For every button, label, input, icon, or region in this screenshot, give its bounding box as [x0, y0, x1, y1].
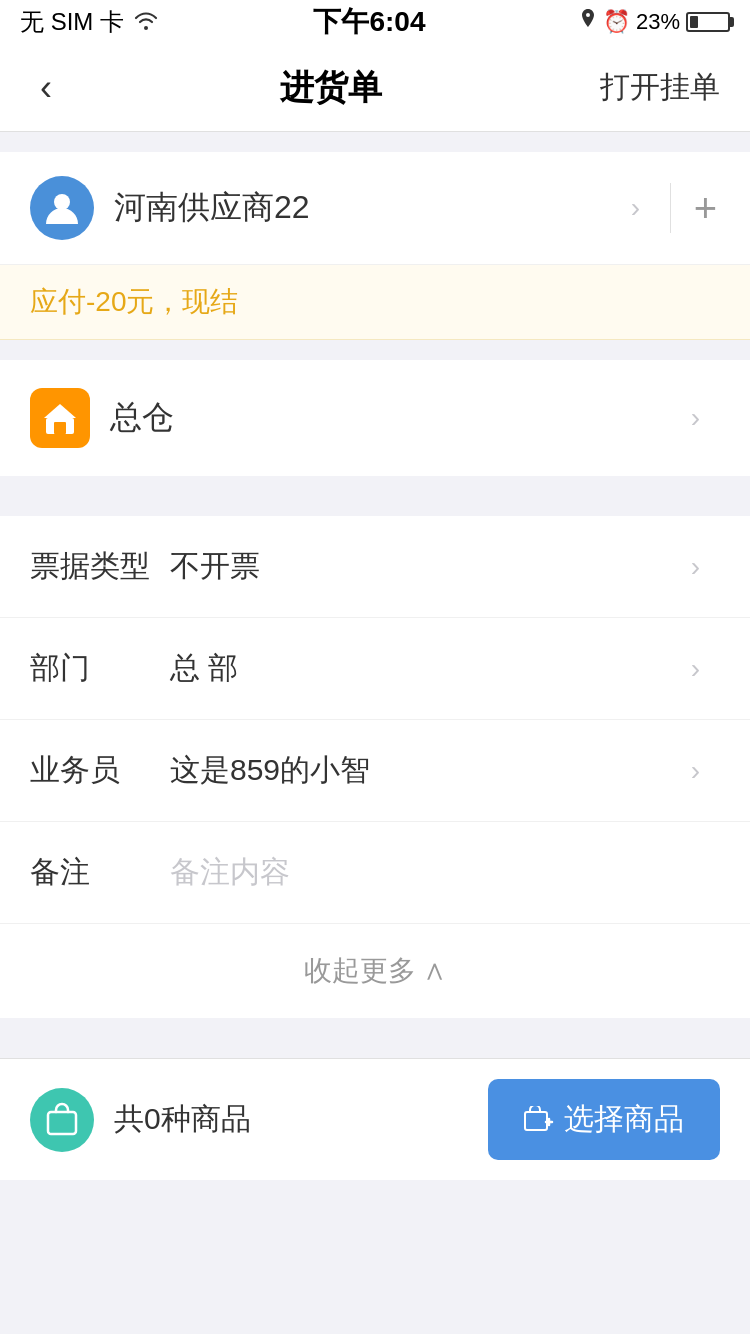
select-product-button[interactable]: 选择商品 [488, 1079, 720, 1160]
section-gap-2 [0, 340, 750, 360]
warehouse-section: 总仓 › [0, 360, 750, 476]
invoice-value: 不开票 [150, 546, 691, 587]
section-gap-4 [0, 1018, 750, 1038]
svg-point-0 [54, 194, 70, 210]
warehouse-icon-wrap [30, 388, 90, 448]
notice-banner: 应付-20元，现结 [0, 265, 750, 340]
battery-icon [686, 12, 730, 32]
invoice-type-row[interactable]: 票据类型 不开票 › [0, 516, 750, 618]
status-time: 下午6:04 [313, 3, 425, 41]
form-section: 票据类型 不开票 › 部门 总 部 › 业务员 这是859的小智 › 备注 备注… [0, 516, 750, 923]
department-label: 部门 [30, 648, 150, 689]
product-count-text: 共0种商品 [114, 1099, 488, 1140]
department-chevron-icon: › [691, 653, 700, 685]
location-icon [579, 9, 597, 35]
warehouse-row[interactable]: 总仓 › [0, 360, 750, 476]
alarm-icon: ⏰ [603, 9, 630, 35]
status-left: 无 SIM 卡 [20, 6, 160, 38]
remark-label: 备注 [30, 852, 150, 893]
select-product-label: 选择商品 [564, 1099, 684, 1140]
salesman-value: 这是859的小智 [150, 750, 691, 791]
notice-text: 应付-20元，现结 [30, 286, 238, 317]
collapse-label: 收起更多 ∧ [304, 955, 447, 986]
open-pending-button[interactable]: 打开挂单 [600, 67, 720, 108]
svg-rect-4 [525, 1112, 547, 1130]
bottom-bar: 共0种商品 选择商品 [0, 1058, 750, 1180]
salesman-label: 业务员 [30, 750, 150, 791]
department-row[interactable]: 部门 总 部 › [0, 618, 750, 720]
svg-rect-2 [54, 422, 66, 434]
page-title: 进货单 [280, 65, 382, 111]
nav-bar: ‹ 进货单 打开挂单 [0, 44, 750, 132]
salesman-chevron-icon: › [691, 755, 700, 787]
supplier-chevron-icon: › [631, 192, 640, 224]
section-gap-1 [0, 132, 750, 152]
supplier-section: 河南供应商22 › + 应付-20元，现结 [0, 152, 750, 340]
invoice-chevron-icon: › [691, 551, 700, 583]
remark-input[interactable]: 备注内容 [150, 852, 720, 893]
collapse-row[interactable]: 收起更多 ∧ [0, 923, 750, 1018]
status-right: ⏰ 23% [579, 9, 730, 35]
status-bar: 无 SIM 卡 下午6:04 ⏰ 23% [0, 0, 750, 44]
warehouse-name: 总仓 [110, 396, 691, 440]
warehouse-chevron-icon: › [691, 402, 700, 434]
supplier-name: 河南供应商22 [114, 186, 631, 230]
svg-rect-3 [48, 1112, 76, 1134]
carrier-text: 无 SIM 卡 [20, 6, 124, 38]
invoice-label: 票据类型 [30, 546, 150, 587]
back-button[interactable]: ‹ [30, 57, 62, 119]
salesman-row[interactable]: 业务员 这是859的小智 › [0, 720, 750, 822]
section-gap-3 [0, 476, 750, 496]
product-icon-wrap [30, 1088, 94, 1152]
department-value: 总 部 [150, 648, 691, 689]
supplier-row[interactable]: 河南供应商22 › + [0, 152, 750, 265]
supplier-avatar [30, 176, 94, 240]
add-supplier-button[interactable]: + [670, 183, 720, 233]
remark-row[interactable]: 备注 备注内容 [0, 822, 750, 923]
battery-percent: 23% [636, 9, 680, 35]
page-background [0, 1180, 750, 1334]
wifi-icon [132, 8, 160, 36]
